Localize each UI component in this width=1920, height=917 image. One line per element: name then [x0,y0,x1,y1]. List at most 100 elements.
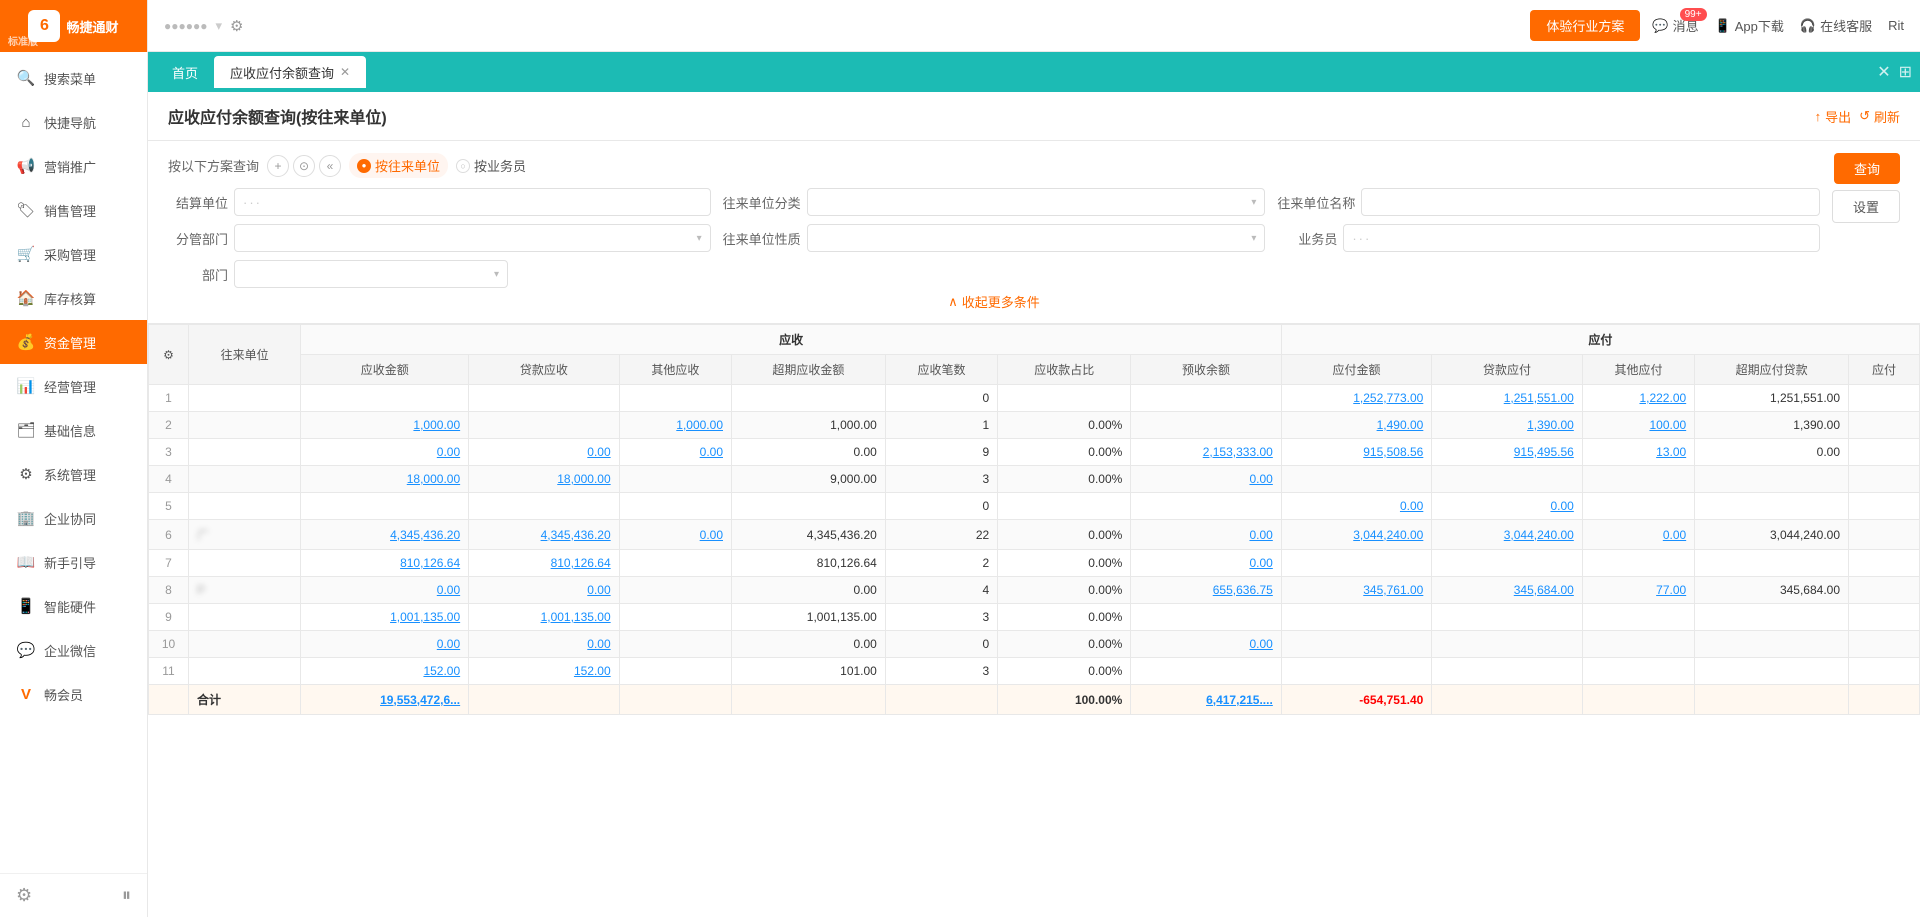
data-cell[interactable]: 1,390.00 [1432,412,1583,439]
data-cell[interactable]: 0.00 [301,439,469,466]
data-cell[interactable]: 152.00 [301,658,469,685]
data-cell[interactable] [1281,604,1432,631]
data-cell[interactable]: 0.00 [301,577,469,604]
data-cell[interactable]: 4,345,436.20 [301,520,469,550]
filter-input-staff[interactable]: ··· [1343,224,1820,252]
data-cell[interactable] [469,412,620,439]
data-cell[interactable]: 915,508.56 [1281,439,1432,466]
sidebar-item-member[interactable]: V 畅会员 [0,672,147,716]
data-cell[interactable]: 0.00 [619,439,731,466]
data-cell[interactable]: 0.00 [1281,493,1432,520]
data-cell[interactable]: 1,251,551.00 [1432,385,1583,412]
sidebar-item-shortcut[interactable]: ⌂ 快捷导航 [0,100,147,144]
data-cell[interactable]: 1,001,135.00 [469,604,620,631]
sidebar-item-operation[interactable]: 📊 经营管理 [0,364,147,408]
data-cell[interactable] [469,385,620,412]
collapse-sidebar-icon[interactable]: ⏸ [122,885,131,906]
data-cell[interactable] [619,658,731,685]
data-cell[interactable] [619,493,731,520]
data-cell[interactable]: 13.00 [1582,439,1694,466]
settings-icon[interactable]: ⚙ [16,885,32,906]
data-cell[interactable] [619,385,731,412]
data-cell[interactable]: 0.00 [301,631,469,658]
sidebar-item-guide[interactable]: 📖 新手引导 [0,540,147,584]
data-cell[interactable]: 152.00 [469,658,620,685]
data-cell[interactable]: 0.00 [1131,466,1282,493]
message-button[interactable]: 💬 消息 99+ [1652,16,1698,35]
data-cell[interactable]: 810,126.64 [469,550,620,577]
sidebar-item-basic[interactable]: 🗂 基础信息 [0,408,147,452]
data-cell[interactable] [1432,550,1583,577]
sidebar-item-sales[interactable]: 🏷 销售管理 [0,188,147,232]
user-avatar[interactable]: Rit [1888,18,1904,33]
data-cell[interactable] [1281,631,1432,658]
data-cell[interactable] [469,493,620,520]
data-cell[interactable] [1582,604,1694,631]
filter-input-dept2[interactable]: ▾ [234,260,508,288]
data-cell[interactable]: 2,153,333.00 [1131,439,1282,466]
data-cell[interactable]: 345,684.00 [1432,577,1583,604]
data-cell[interactable] [1582,550,1694,577]
data-cell[interactable] [1582,658,1694,685]
data-cell[interactable]: 3,044,240.00 [1281,520,1432,550]
tab-home[interactable]: 首页 [156,56,214,88]
data-cell[interactable]: 0.00 [619,520,731,550]
sidebar-item-wechat[interactable]: 💬 企业微信 [0,628,147,672]
data-cell[interactable] [1582,493,1694,520]
tab-close-icon[interactable]: ✕ [340,65,350,79]
sidebar-item-hardware[interactable]: 📱 智能硬件 [0,584,147,628]
data-cell[interactable] [619,466,731,493]
sidebar-item-corp[interactable]: 🏢 企业协同 [0,496,147,540]
data-cell[interactable]: 915,495.56 [1432,439,1583,466]
edit-scheme-button[interactable]: ⊙ [293,155,315,177]
app-download-button[interactable]: 📱 App下载 [1715,16,1784,35]
footer-ar-amount[interactable]: 19,553,472,6... [301,685,469,715]
footer-ar-prepay[interactable]: 6,417,215.... [1131,685,1282,715]
filter-input-unit-nature[interactable]: ▾ [807,224,1266,252]
maximize-icon[interactable]: ⊞ [1899,62,1912,82]
data-cell[interactable]: 1,252,773.00 [1281,385,1432,412]
data-cell[interactable] [1432,631,1583,658]
col-settings-icon[interactable]: ⚙ [149,325,189,385]
data-cell[interactable]: 4,345,436.20 [469,520,620,550]
data-cell[interactable] [301,385,469,412]
data-cell[interactable]: 77.00 [1582,577,1694,604]
data-cell[interactable] [619,577,731,604]
sidebar-item-system[interactable]: ⚙ 系统管理 [0,452,147,496]
scheme-staff-button[interactable]: ○ 按业务员 [456,156,526,175]
data-cell[interactable] [1131,658,1282,685]
gear-icon[interactable]: ⚙ [230,17,243,35]
data-cell[interactable]: 0.00 [1131,520,1282,550]
data-cell[interactable] [1432,466,1583,493]
data-cell[interactable]: 1,000.00 [301,412,469,439]
export-button[interactable]: ↑ 导出 [1815,107,1852,126]
collapse-scheme-button[interactable]: « [319,155,341,177]
data-cell[interactable] [1582,466,1694,493]
data-cell[interactable] [1582,631,1694,658]
sidebar-item-purchase[interactable]: 🛒 采购管理 [0,232,147,276]
data-cell[interactable] [1131,412,1282,439]
data-cell[interactable]: 0.00 [1582,520,1694,550]
filter-input-settlement[interactable]: ··· [234,188,711,216]
data-cell[interactable]: 655,636.75 [1131,577,1282,604]
data-cell[interactable] [1281,658,1432,685]
filter-input-unit-type[interactable]: ▾ [807,188,1266,216]
online-service-button[interactable]: 🎧 在线客服 [1800,16,1872,35]
data-cell[interactable]: 0.00 [469,439,620,466]
data-cell[interactable]: 0.00 [1432,493,1583,520]
data-cell[interactable] [1131,385,1282,412]
scheme-unit-button[interactable]: ● 按往来单位 [349,153,448,178]
data-cell[interactable]: 810,126.64 [301,550,469,577]
data-cell[interactable]: 1,000.00 [619,412,731,439]
data-cell[interactable]: 1,490.00 [1281,412,1432,439]
data-cell[interactable] [619,550,731,577]
data-cell[interactable] [619,631,731,658]
data-cell[interactable]: 3,044,240.00 [1432,520,1583,550]
sidebar-item-inventory[interactable]: 🏠 库存核算 [0,276,147,320]
data-cell[interactable]: 100.00 [1582,412,1694,439]
sidebar-item-marketing[interactable]: 📢 营销推广 [0,144,147,188]
data-cell[interactable]: 0.00 [469,631,620,658]
data-cell[interactable] [1432,658,1583,685]
sidebar-item-search[interactable]: 🔍 搜索菜单 [0,56,147,100]
close-window-icon[interactable]: ✕ [1877,62,1890,82]
